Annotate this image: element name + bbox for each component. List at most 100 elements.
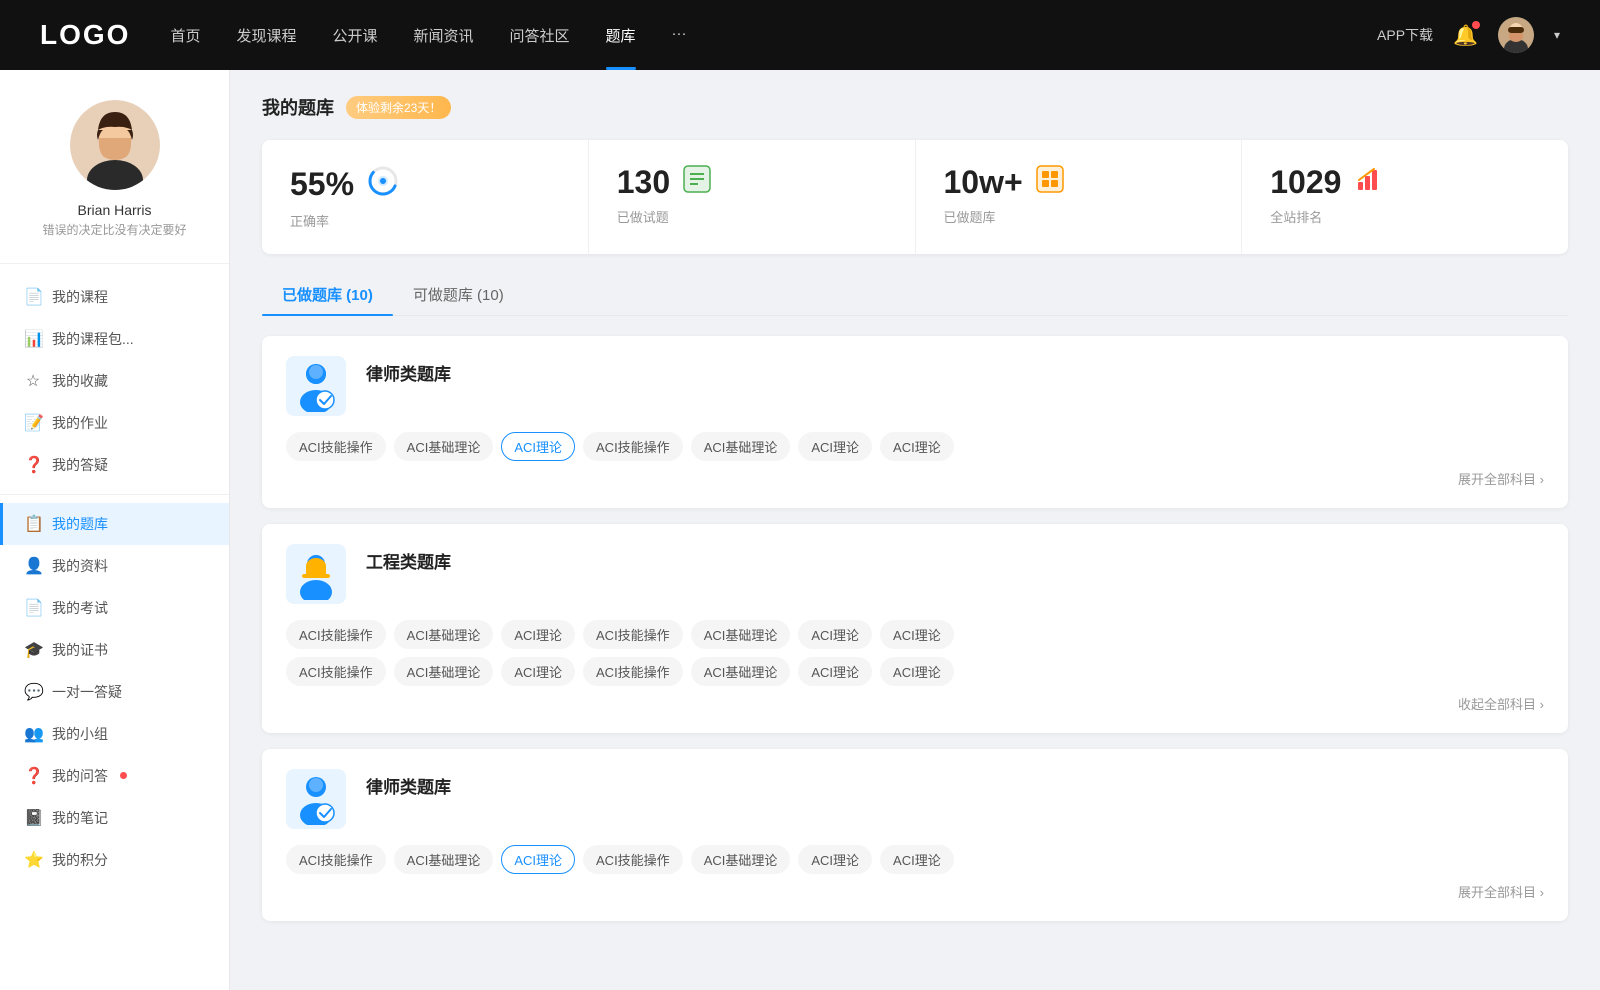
bank-expand-2[interactable]: 收起全部科目 › bbox=[286, 694, 1544, 713]
stat-banks-top: 10w+ bbox=[944, 164, 1214, 201]
sidebar-label-question-bank: 我的题库 bbox=[52, 514, 108, 534]
sidebar-label-exam: 我的考试 bbox=[52, 598, 108, 618]
sidebar-item-group[interactable]: 👥 我的小组 bbox=[0, 713, 229, 755]
bank-tag-2-6[interactable]: ACI理论 bbox=[880, 620, 954, 649]
sidebar-item-favorites[interactable]: ☆ 我的收藏 bbox=[0, 360, 229, 402]
bank-tag-3-1[interactable]: ACI基础理论 bbox=[394, 845, 494, 874]
bank-tag-3-0[interactable]: ACI技能操作 bbox=[286, 845, 386, 874]
bank-tag-3-2[interactable]: ACI理论 bbox=[501, 845, 575, 874]
notification-bell[interactable]: 🔔 bbox=[1453, 23, 1478, 48]
sidebar-item-points[interactable]: ⭐ 我的积分 bbox=[0, 839, 229, 881]
sidebar-item-question-bank[interactable]: 📋 我的题库 bbox=[0, 503, 229, 545]
list-check-icon bbox=[682, 164, 712, 194]
trial-badge: 体验剩余23天！ bbox=[346, 96, 451, 119]
sidebar-item-certificate[interactable]: 🎓 我的证书 bbox=[0, 629, 229, 671]
bank-tag-3-6[interactable]: ACI理论 bbox=[880, 845, 954, 874]
exam-icon: 📄 bbox=[24, 598, 42, 618]
bank-tag-2-10[interactable]: ACI技能操作 bbox=[583, 657, 683, 686]
stat-done-value: 130 bbox=[617, 164, 670, 201]
bank-info-3: 律师类题库 bbox=[366, 769, 1544, 798]
bank-expand-3[interactable]: 展开全部科目 › bbox=[286, 882, 1544, 901]
notes-icon: 📓 bbox=[24, 808, 42, 828]
bank-tag-2-2[interactable]: ACI理论 bbox=[501, 620, 575, 649]
lawyer-bank-icon-1 bbox=[286, 356, 346, 416]
nav-question-bank[interactable]: 题库 bbox=[606, 25, 636, 46]
lawyer-icon-svg-2 bbox=[290, 773, 342, 825]
bank-tags-2-row2: ACI技能操作 ACI基础理论 ACI理论 ACI技能操作 ACI基础理论 AC… bbox=[286, 657, 1544, 686]
bank-info-2: 工程类题库 bbox=[366, 544, 1544, 573]
engineer-icon-svg bbox=[290, 548, 342, 600]
sidebar-item-homework[interactable]: 📝 我的作业 bbox=[0, 402, 229, 444]
tab-done[interactable]: 已做题库 (10) bbox=[262, 274, 393, 315]
bank-tag-1-0[interactable]: ACI技能操作 bbox=[286, 432, 386, 461]
stat-accuracy-value: 55% bbox=[290, 166, 354, 203]
bank-tag-1-2[interactable]: ACI理论 bbox=[501, 432, 575, 461]
bank-tag-2-13[interactable]: ACI理论 bbox=[880, 657, 954, 686]
bank-tag-3-4[interactable]: ACI基础理论 bbox=[691, 845, 791, 874]
nav-qa[interactable]: 问答社区 bbox=[510, 25, 570, 46]
chat-icon: 💬 bbox=[24, 682, 42, 702]
sidebar-divider-2 bbox=[0, 494, 229, 495]
bank-tags-1: ACI技能操作 ACI基础理论 ACI理论 ACI技能操作 ACI基础理论 AC… bbox=[286, 432, 1544, 461]
sidebar-item-questions[interactable]: ❓ 我的答疑 bbox=[0, 444, 229, 486]
nav-home[interactable]: 首页 bbox=[170, 25, 200, 46]
sidebar-item-my-courses[interactable]: 📄 我的课程 bbox=[0, 276, 229, 318]
bank-tag-3-3[interactable]: ACI技能操作 bbox=[583, 845, 683, 874]
stat-accuracy-label: 正确率 bbox=[290, 211, 560, 230]
sidebar-label-notes: 我的笔记 bbox=[52, 808, 108, 828]
sidebar-item-exam[interactable]: 📄 我的考试 bbox=[0, 587, 229, 629]
bank-tag-1-5[interactable]: ACI理论 bbox=[798, 432, 872, 461]
nav-news[interactable]: 新闻资讯 bbox=[414, 25, 474, 46]
sidebar-item-course-package[interactable]: 📊 我的课程包... bbox=[0, 318, 229, 360]
bank-card-header-3: 律师类题库 bbox=[286, 769, 1544, 829]
bank-info-1: 律师类题库 bbox=[366, 356, 1544, 385]
sidebar-label-profile: 我的资料 bbox=[52, 556, 108, 576]
sidebar-label-points: 我的积分 bbox=[52, 850, 108, 870]
nav-courses[interactable]: 发现课程 bbox=[236, 25, 296, 46]
sidebar-menu: 📄 我的课程 📊 我的课程包... ☆ 我的收藏 📝 我的作业 ❓ 我的答疑 bbox=[0, 272, 229, 901]
lawyer-bank-icon-2 bbox=[286, 769, 346, 829]
bank-tag-2-8[interactable]: ACI基础理论 bbox=[394, 657, 494, 686]
bank-tag-2-9[interactable]: ACI理论 bbox=[501, 657, 575, 686]
stat-ranking-label: 全站排名 bbox=[1270, 207, 1540, 226]
bank-card-header-1: 律师类题库 bbox=[286, 356, 1544, 416]
bank-tags-3: ACI技能操作 ACI基础理论 ACI理论 ACI技能操作 ACI基础理论 AC… bbox=[286, 845, 1544, 874]
bank-tag-2-12[interactable]: ACI理论 bbox=[798, 657, 872, 686]
bank-tag-1-3[interactable]: ACI技能操作 bbox=[583, 432, 683, 461]
bank-tag-2-4[interactable]: ACI基础理论 bbox=[691, 620, 791, 649]
sidebar-item-notes[interactable]: 📓 我的笔记 bbox=[0, 797, 229, 839]
bank-tag-2-3[interactable]: ACI技能操作 bbox=[583, 620, 683, 649]
user-icon: 👤 bbox=[24, 556, 42, 576]
stat-done-questions: 130 已做试题 bbox=[589, 140, 916, 254]
nav-open[interactable]: 公开课 bbox=[332, 25, 377, 46]
sidebar-item-one-on-one[interactable]: 💬 一对一答疑 bbox=[0, 671, 229, 713]
sidebar-item-my-qa[interactable]: ❓ 我的问答 bbox=[0, 755, 229, 797]
star-outline-icon: ☆ bbox=[24, 371, 42, 391]
navbar-right: APP下载 🔔 ▾ bbox=[1377, 17, 1560, 53]
user-chevron[interactable]: ▾ bbox=[1554, 28, 1560, 42]
edit-icon: 📝 bbox=[24, 413, 42, 433]
tabs-row: 已做题库 (10) 可做题库 (10) bbox=[262, 274, 1568, 316]
sidebar-label-my-courses: 我的课程 bbox=[52, 287, 108, 307]
nav-more[interactable]: ··· bbox=[672, 25, 687, 46]
app-download[interactable]: APP下载 bbox=[1377, 25, 1433, 45]
bank-tag-2-0[interactable]: ACI技能操作 bbox=[286, 620, 386, 649]
bank-tag-1-6[interactable]: ACI理论 bbox=[880, 432, 954, 461]
bank-tag-1-1[interactable]: ACI基础理论 bbox=[394, 432, 494, 461]
bank-tag-2-1[interactable]: ACI基础理论 bbox=[394, 620, 494, 649]
sidebar-label-my-qa: 我的问答 bbox=[52, 766, 108, 786]
sidebar-item-profile[interactable]: 👤 我的资料 bbox=[0, 545, 229, 587]
user-avatar[interactable] bbox=[1498, 17, 1534, 53]
sidebar-label-one-on-one: 一对一答疑 bbox=[52, 682, 122, 702]
bank-expand-1[interactable]: 展开全部科目 › bbox=[286, 469, 1544, 488]
bank-tag-2-7[interactable]: ACI技能操作 bbox=[286, 657, 386, 686]
bank-tag-3-5[interactable]: ACI理论 bbox=[798, 845, 872, 874]
stat-banks-value: 10w+ bbox=[944, 164, 1023, 201]
bank-tag-2-5[interactable]: ACI理论 bbox=[798, 620, 872, 649]
notification-dot bbox=[1472, 21, 1480, 29]
bank-tag-1-4[interactable]: ACI基础理论 bbox=[691, 432, 791, 461]
tab-available[interactable]: 可做题库 (10) bbox=[393, 274, 524, 315]
star-icon: ⭐ bbox=[24, 850, 42, 870]
bank-tag-2-11[interactable]: ACI基础理论 bbox=[691, 657, 791, 686]
sidebar-label-questions: 我的答疑 bbox=[52, 455, 108, 475]
